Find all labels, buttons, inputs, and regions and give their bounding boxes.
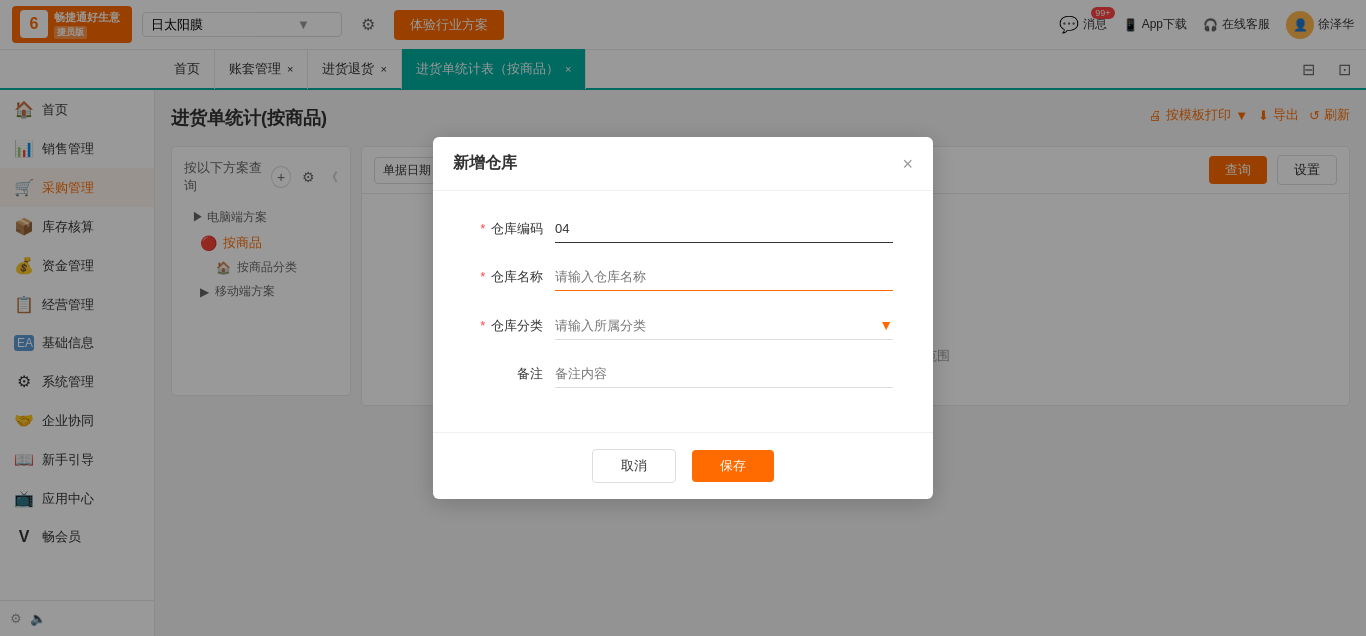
remark-input[interactable] <box>555 360 893 388</box>
modal-body: * 仓库编码 * 仓库名称 * 仓库分类 <box>433 191 933 432</box>
required-mark-category: * <box>480 318 485 333</box>
form-label-remark: 备注 <box>473 365 543 383</box>
category-select[interactable]: ▼ <box>555 311 893 340</box>
warehouse-name-input[interactable] <box>555 263 893 291</box>
save-button[interactable]: 保存 <box>692 450 774 482</box>
modal-overlay[interactable]: 新增仓库 × * 仓库编码 * 仓库名称 <box>0 0 1366 636</box>
modal-title: 新增仓库 <box>453 153 517 174</box>
modal-close-button[interactable]: × <box>902 155 913 173</box>
form-label-code: * 仓库编码 <box>473 220 543 238</box>
warehouse-code-input[interactable] <box>555 215 893 243</box>
required-mark-code: * <box>480 221 485 236</box>
modal-footer: 取消 保存 <box>433 432 933 499</box>
required-mark-name: * <box>480 269 485 284</box>
form-label-name: * 仓库名称 <box>473 268 543 286</box>
form-label-category: * 仓库分类 <box>473 317 543 335</box>
cancel-button[interactable]: 取消 <box>592 449 676 483</box>
modal-header: 新增仓库 × <box>433 137 933 191</box>
form-row-category: * 仓库分类 ▼ <box>473 311 893 340</box>
category-input[interactable] <box>555 318 879 333</box>
form-row-code: * 仓库编码 <box>473 215 893 243</box>
form-row-remark: 备注 <box>473 360 893 388</box>
category-arrow: ▼ <box>879 317 893 333</box>
form-row-name: * 仓库名称 <box>473 263 893 291</box>
new-warehouse-modal: 新增仓库 × * 仓库编码 * 仓库名称 <box>433 137 933 499</box>
